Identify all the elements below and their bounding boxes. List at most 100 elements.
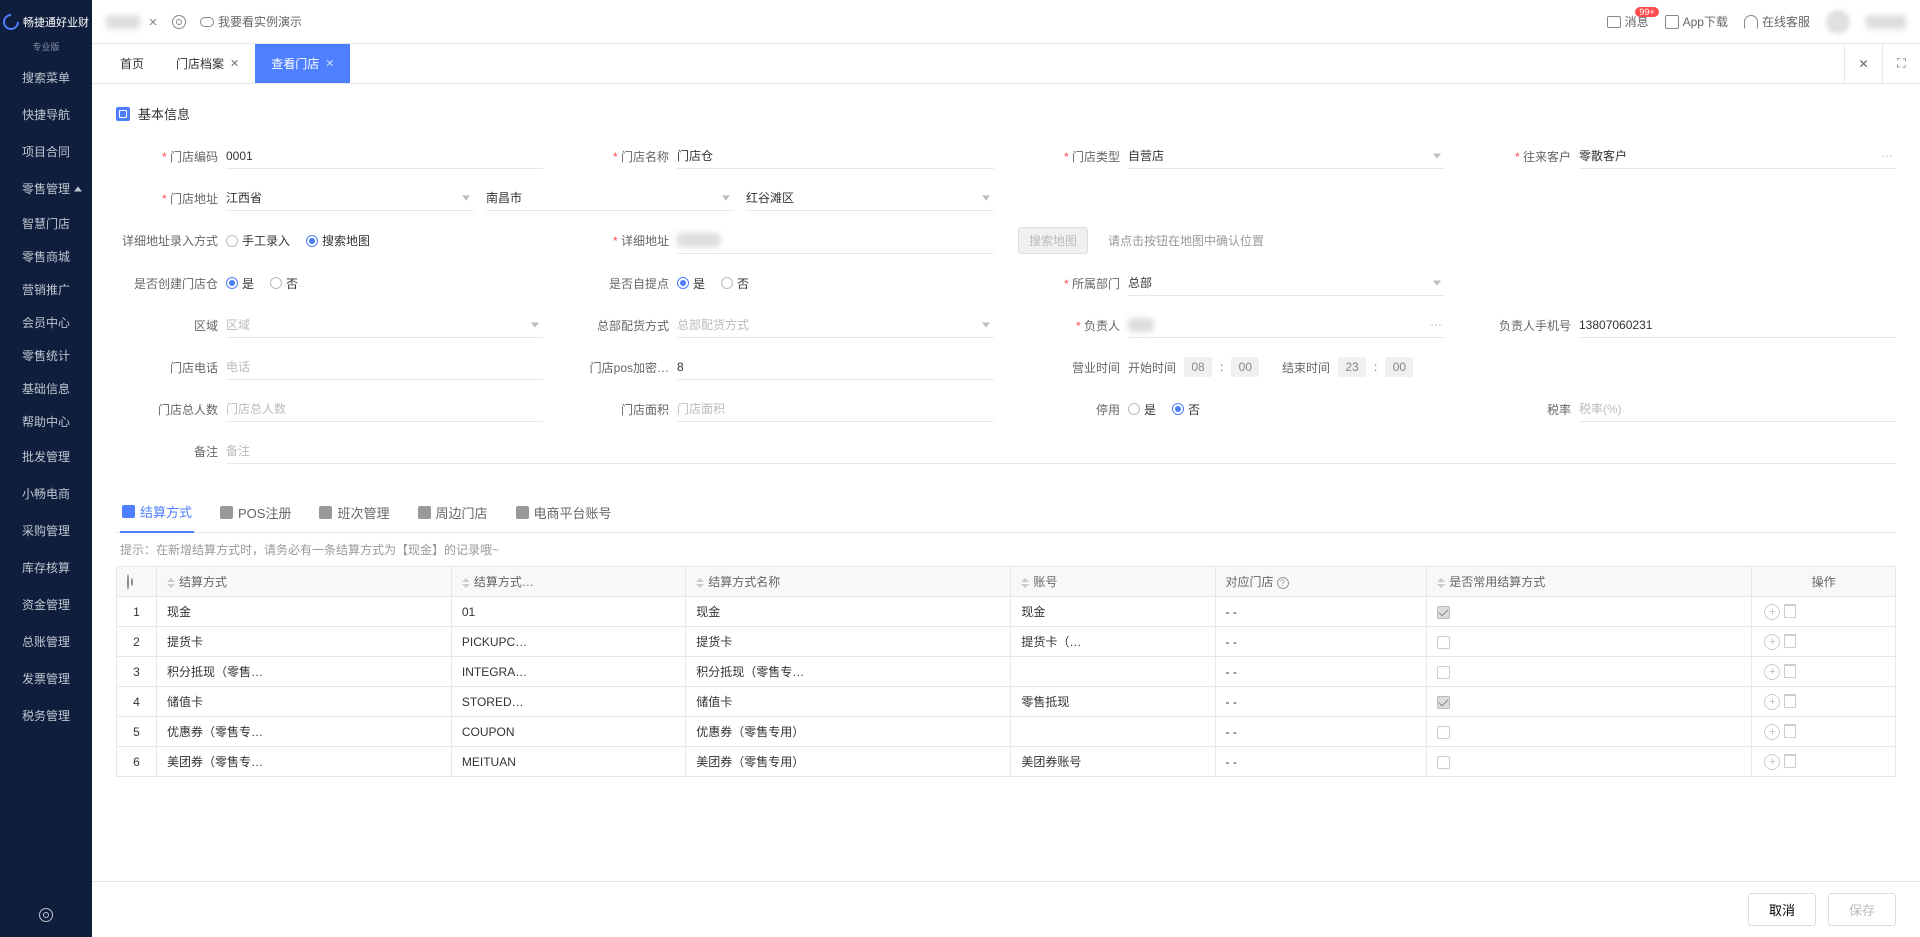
tab-close-all[interactable]: ✕ <box>1844 44 1882 83</box>
online-service-button[interactable]: 在线客服 <box>1744 13 1810 30</box>
select-customer[interactable]: 零散客户⋯ <box>1579 143 1896 169</box>
table-header[interactable]: 是否常用结算方式 <box>1427 567 1752 597</box>
biz-end-min[interactable]: 00 <box>1385 357 1413 377</box>
input-store-phone[interactable]: 电话 <box>226 354 543 380</box>
add-row-button[interactable]: + <box>1764 694 1780 710</box>
table-row[interactable]: 6美团券（零售专…MEITUAN美团券（零售专用）美团券账号- -+ <box>117 747 1896 777</box>
table-row[interactable]: 2提货卡PICKUPC…提货卡提货卡（…- -+ <box>117 627 1896 657</box>
sidebar-item[interactable]: 采购管理 <box>0 512 92 549</box>
user-avatar[interactable] <box>1826 10 1850 34</box>
sidebar-item[interactable]: 搜索菜单 <box>0 59 92 96</box>
subtab[interactable]: 结算方式 <box>120 492 194 533</box>
table-row[interactable]: 3积分抵现（零售…INTEGRA…积分抵现（零售专…- -+ <box>117 657 1896 687</box>
sidebar-item[interactable]: 小畅电商 <box>0 475 92 512</box>
table-header[interactable]: 结算方式… <box>451 567 685 597</box>
checkbox[interactable] <box>1437 636 1450 649</box>
radio-create-wh-yes[interactable]: 是 <box>226 275 254 292</box>
delete-row-button[interactable] <box>1784 754 1796 768</box>
input-manager-phone[interactable]: 13807060231 <box>1579 312 1896 338</box>
tab[interactable]: 门店档案✕ <box>160 44 255 83</box>
tab-fullscreen[interactable]: ⛶ <box>1882 44 1920 83</box>
delete-row-button[interactable] <box>1784 694 1796 708</box>
add-row-button[interactable]: + <box>1764 604 1780 620</box>
tab[interactable]: 首页 <box>104 44 160 83</box>
add-row-button[interactable]: + <box>1764 664 1780 680</box>
radio-pickup-no[interactable]: 否 <box>721 275 749 292</box>
checkbox[interactable] <box>1437 666 1450 679</box>
subtab[interactable]: 班次管理 <box>317 492 391 532</box>
save-button[interactable]: 保存 <box>1828 893 1896 926</box>
app-download-button[interactable]: App下载 <box>1665 13 1728 30</box>
subtab[interactable]: 周边门店 <box>416 492 490 532</box>
table-header[interactable]: 对应门店? <box>1215 567 1427 597</box>
table-header[interactable] <box>117 567 157 597</box>
input-staff-count[interactable]: 门店总人数 <box>226 396 543 422</box>
demo-link[interactable]: 我要看实例演示 <box>200 13 302 30</box>
org-selector[interactable]: ████ <box>106 15 158 29</box>
select-manager[interactable]: ███⋯ <box>1128 312 1445 338</box>
search-map-button[interactable]: 搜索地图 <box>1018 227 1088 254</box>
input-store-code[interactable]: 0001 <box>226 143 543 169</box>
sidebar-settings[interactable] <box>0 896 92 937</box>
biz-end-hour[interactable]: 23 <box>1338 357 1366 377</box>
delete-row-button[interactable] <box>1784 604 1796 618</box>
sidebar-subitem[interactable]: 营销推广 <box>0 273 92 306</box>
sidebar-item[interactable]: 发票管理 <box>0 660 92 697</box>
sidebar-item[interactable]: 资金管理 <box>0 586 92 623</box>
delete-row-button[interactable] <box>1784 634 1796 648</box>
biz-start-min[interactable]: 00 <box>1231 357 1259 377</box>
subtab[interactable]: POS注册 <box>218 492 293 532</box>
table-header[interactable]: 账号 <box>1011 567 1215 597</box>
sidebar-subitem[interactable]: 会员中心 <box>0 306 92 339</box>
table-row[interactable]: 5优惠券（零售专…COUPON优惠券（零售专用）- -+ <box>117 717 1896 747</box>
radio-disabled-yes[interactable]: 是 <box>1128 401 1156 418</box>
checkbox[interactable] <box>1437 756 1450 769</box>
delete-row-button[interactable] <box>1784 664 1796 678</box>
user-name[interactable] <box>1866 15 1906 29</box>
sidebar-item[interactable]: 总账管理 <box>0 623 92 660</box>
select-dist-mode[interactable]: 总部配货方式 <box>677 312 994 338</box>
messages-button[interactable]: 消息 99+ <box>1607 13 1649 30</box>
table-row[interactable]: 1现金01现金现金- -+ <box>117 597 1896 627</box>
table-header[interactable]: 结算方式 <box>157 567 452 597</box>
radio-create-wh-no[interactable]: 否 <box>270 275 298 292</box>
subtab[interactable]: 电商平台账号 <box>514 492 614 532</box>
checkbox[interactable] <box>1437 606 1450 619</box>
select-region[interactable]: 区域 <box>226 312 543 338</box>
input-remark[interactable]: 备注 <box>226 438 1896 464</box>
settings-icon[interactable] <box>172 15 186 29</box>
table-row[interactable]: 4储值卡STORED…储值卡零售抵现- -+ <box>117 687 1896 717</box>
add-row-button[interactable]: + <box>1764 634 1780 650</box>
input-store-name[interactable]: 门店仓 <box>677 143 994 169</box>
sidebar-subitem[interactable]: 基础信息 <box>0 372 92 405</box>
cancel-button[interactable]: 取消 <box>1748 893 1816 926</box>
radio-manual-input[interactable]: 手工录入 <box>226 232 290 249</box>
table-header[interactable]: 操作 <box>1752 567 1896 597</box>
close-icon[interactable]: ✕ <box>325 57 334 70</box>
input-detail-addr[interactable]: █████ <box>677 228 994 254</box>
sidebar-item[interactable]: 批发管理 <box>0 438 92 475</box>
select-dept[interactable]: 总部 <box>1128 270 1445 296</box>
select-district[interactable]: 红谷滩区 <box>746 185 994 211</box>
radio-map-search[interactable]: 搜索地图 <box>306 232 370 249</box>
sidebar-subitem[interactable]: 零售商城 <box>0 240 92 273</box>
add-row-button[interactable]: + <box>1764 754 1780 770</box>
add-row-button[interactable]: + <box>1764 724 1780 740</box>
sidebar-item[interactable]: 快捷导航 <box>0 96 92 133</box>
sidebar-item[interactable]: 税务管理 <box>0 697 92 734</box>
sidebar-subitem[interactable]: 智慧门店 <box>0 207 92 240</box>
close-icon[interactable]: ✕ <box>230 57 239 70</box>
sidebar-item[interactable]: 库存核算 <box>0 549 92 586</box>
checkbox[interactable] <box>1437 696 1450 709</box>
radio-pickup-yes[interactable]: 是 <box>677 275 705 292</box>
sidebar-subitem[interactable]: 零售统计 <box>0 339 92 372</box>
select-city[interactable]: 南昌市 <box>486 185 734 211</box>
tab[interactable]: 查看门店✕ <box>255 44 350 83</box>
biz-start-hour[interactable]: 08 <box>1184 357 1212 377</box>
sidebar-item[interactable]: 项目合同 <box>0 133 92 170</box>
delete-row-button[interactable] <box>1784 724 1796 738</box>
input-area[interactable]: 门店面积 <box>677 396 994 422</box>
table-header[interactable]: 结算方式名称 <box>686 567 1011 597</box>
sidebar-subitem[interactable]: 帮助中心 <box>0 405 92 438</box>
select-province[interactable]: 江西省 <box>226 185 474 211</box>
